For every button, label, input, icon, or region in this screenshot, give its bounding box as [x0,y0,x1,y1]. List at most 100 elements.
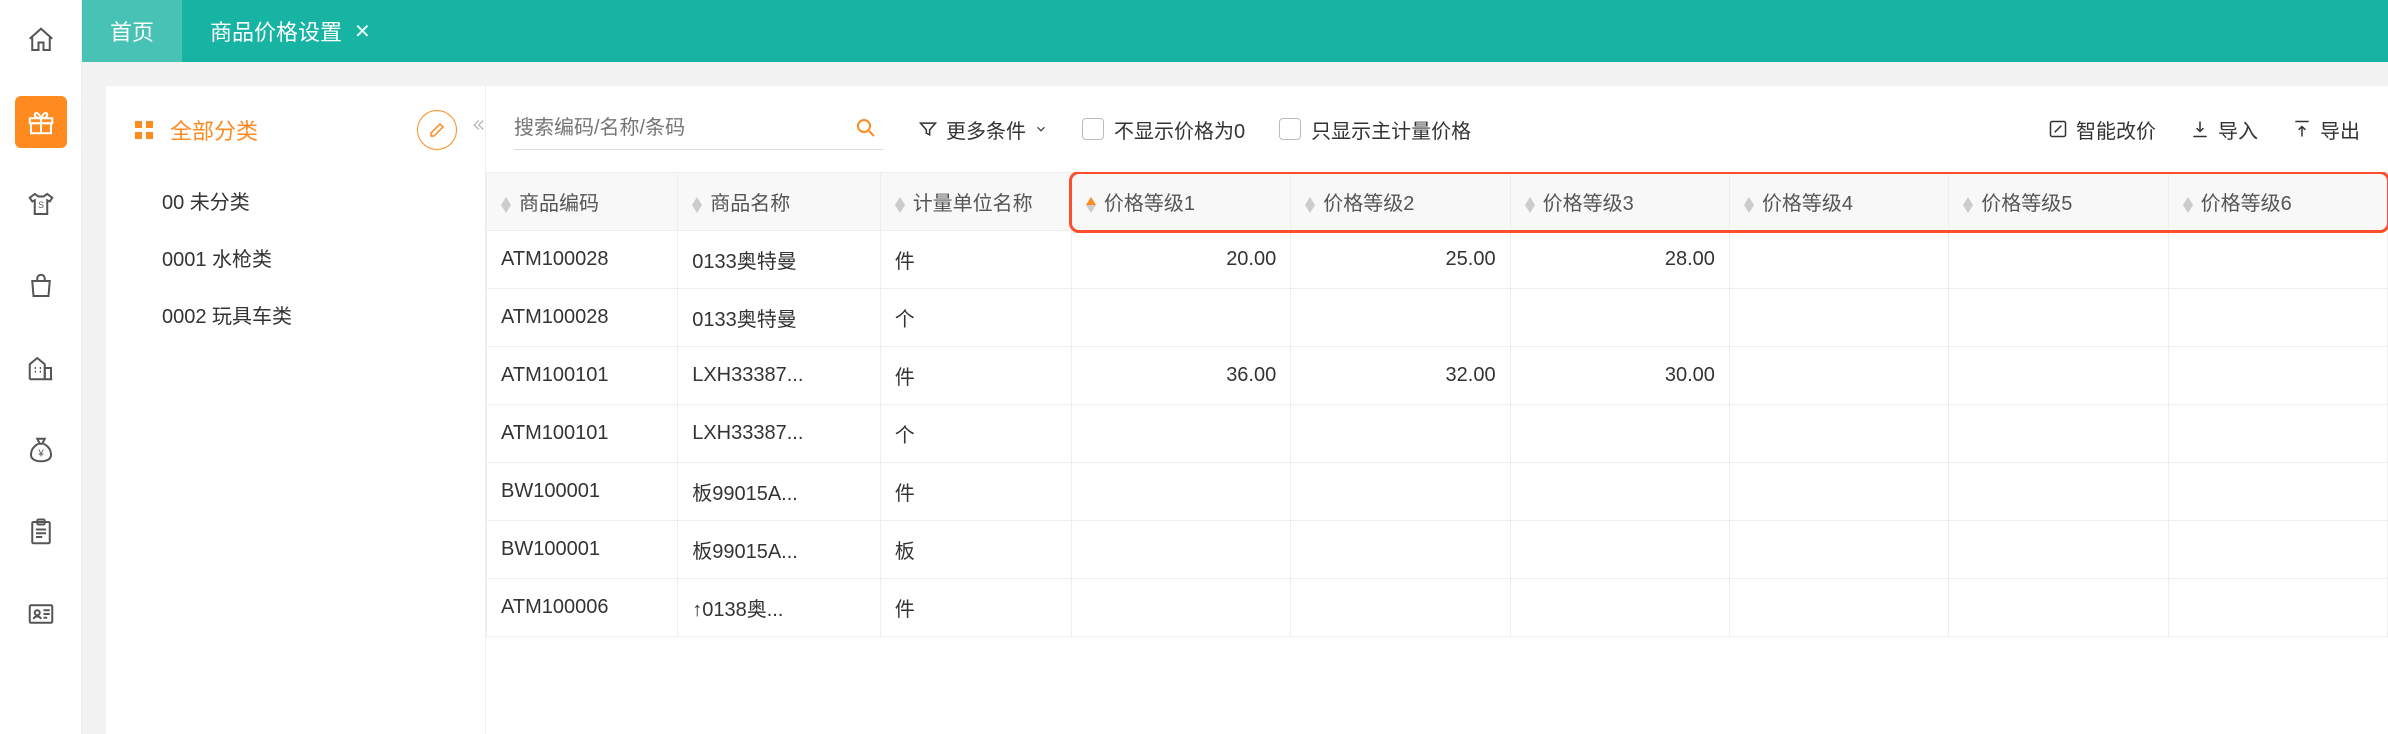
cell-name: ↑0138奥... [678,579,880,637]
cell-name: LXH33387... [678,405,880,463]
cell-p1[interactable] [1071,405,1290,463]
checkbox-box [1082,118,1104,140]
cell-p3[interactable]: 28.00 [1510,231,1729,289]
cell-p3[interactable]: 30.00 [1510,347,1729,405]
column-header-p4[interactable]: 价格等级4 [1729,173,1948,231]
column-header-p5[interactable]: 价格等级5 [1949,173,2168,231]
building-icon[interactable] [15,342,67,394]
cell-p6[interactable] [2168,231,2387,289]
cell-p6[interactable] [2168,521,2387,579]
cell-p1[interactable] [1071,463,1290,521]
search-input[interactable] [514,108,884,150]
search-icon[interactable] [854,116,878,140]
cell-p4[interactable] [1729,405,1948,463]
home-icon[interactable] [15,14,67,66]
cell-p2[interactable] [1291,289,1510,347]
more-filters-button[interactable]: 更多条件 [918,115,1048,144]
more-filters-label: 更多条件 [946,115,1026,144]
tab-product-price-settings[interactable]: 商品价格设置 ✕ [182,0,399,62]
category-item[interactable]: 0002 玩具车类 [106,286,485,343]
cell-p6[interactable] [2168,347,2387,405]
table-row[interactable]: BW100001板99015A...件 [487,463,2388,521]
cell-unit: 件 [880,579,1071,637]
left-icon-sidebar: S ¥ [0,0,82,734]
cell-p6[interactable] [2168,579,2387,637]
cell-p6[interactable] [2168,463,2387,521]
category-item[interactable]: 0001 水枪类 [106,229,485,286]
cell-p5[interactable] [1949,579,2168,637]
table-row[interactable]: BW100001板99015A...板 [487,521,2388,579]
cell-p4[interactable] [1729,231,1948,289]
table-row[interactable]: ATM100101LXH33387...个 [487,405,2388,463]
smart-reprice-button[interactable]: 智能改价 [2048,115,2156,144]
column-header-p2[interactable]: 价格等级2 [1291,173,1510,231]
bag-icon[interactable] [15,260,67,312]
import-button[interactable]: 导入 [2190,115,2258,144]
clipboard-icon[interactable] [15,506,67,558]
cell-name: 0133奥特曼 [678,231,880,289]
cell-p5[interactable] [1949,231,2168,289]
cell-p4[interactable] [1729,579,1948,637]
column-header-unit[interactable]: 计量单位名称 [880,173,1071,231]
table-row[interactable]: ATM1000280133奥特曼件20.0025.0028.00 [487,231,2388,289]
cell-code: ATM100101 [487,405,678,463]
cell-p3[interactable] [1510,579,1729,637]
product-price-table: 商品编码商品名称计量单位名称价格等级1价格等级2价格等级3价格等级4价格等级5价… [486,172,2388,637]
cell-p1[interactable]: 36.00 [1071,347,1290,405]
cell-p2[interactable]: 25.00 [1291,231,1510,289]
cell-p5[interactable] [1949,289,2168,347]
cell-code: ATM100028 [487,231,678,289]
gift-icon[interactable] [15,96,67,148]
cell-p3[interactable] [1510,405,1729,463]
cell-p1[interactable] [1071,289,1290,347]
cell-p1[interactable] [1071,579,1290,637]
tab-home[interactable]: 首页 [82,0,182,62]
cell-p5[interactable] [1949,347,2168,405]
column-header-name[interactable]: 商品名称 [678,173,880,231]
edit-category-button[interactable] [417,110,457,150]
close-icon[interactable]: ✕ [354,19,371,44]
id-card-icon[interactable] [15,588,67,640]
product-price-table-wrap: 商品编码商品名称计量单位名称价格等级1价格等级2价格等级3价格等级4价格等级5价… [486,172,2388,734]
action-label: 导出 [2320,115,2360,144]
cell-p3[interactable] [1510,521,1729,579]
collapse-panel-icon[interactable] [469,116,487,134]
cell-p4[interactable] [1729,521,1948,579]
cell-p5[interactable] [1949,463,2168,521]
cell-name: 0133奥特曼 [678,289,880,347]
shirt-icon[interactable]: S [15,178,67,230]
cell-code: ATM100006 [487,579,678,637]
cell-p1[interactable] [1071,521,1290,579]
table-row[interactable]: ATM100006↑0138奥...件 [487,579,2388,637]
cell-code: BW100001 [487,463,678,521]
cell-p2[interactable]: 32.00 [1291,347,1510,405]
column-header-p3[interactable]: 价格等级3 [1510,173,1729,231]
column-header-p6[interactable]: 价格等级6 [2168,173,2387,231]
cell-p2[interactable] [1291,463,1510,521]
column-header-p1[interactable]: 价格等级1 [1071,173,1290,231]
money-bag-icon[interactable]: ¥ [15,424,67,476]
checkbox-hide-zero-price[interactable]: 不显示价格为0 [1082,115,1245,144]
column-header-code[interactable]: 商品编码 [487,173,678,231]
cell-p4[interactable] [1729,463,1948,521]
svg-text:S: S [38,200,44,210]
cell-p1[interactable]: 20.00 [1071,231,1290,289]
cell-p3[interactable] [1510,289,1729,347]
checkbox-main-unit-only[interactable]: 只显示主计量价格 [1279,115,1471,144]
table-row[interactable]: ATM100101LXH33387...件36.0032.0030.00 [487,347,2388,405]
cell-p2[interactable] [1291,579,1510,637]
table-row[interactable]: ATM1000280133奥特曼个 [487,289,2388,347]
category-item[interactable]: 00 未分类 [106,172,485,229]
cell-p3[interactable] [1510,463,1729,521]
cell-p5[interactable] [1949,405,2168,463]
cell-p2[interactable] [1291,405,1510,463]
cell-p2[interactable] [1291,521,1510,579]
export-button[interactable]: 导出 [2292,115,2360,144]
grid-icon [134,120,154,140]
cell-code: BW100001 [487,521,678,579]
cell-p6[interactable] [2168,289,2387,347]
cell-p6[interactable] [2168,405,2387,463]
cell-p5[interactable] [1949,521,2168,579]
cell-p4[interactable] [1729,347,1948,405]
cell-p4[interactable] [1729,289,1948,347]
